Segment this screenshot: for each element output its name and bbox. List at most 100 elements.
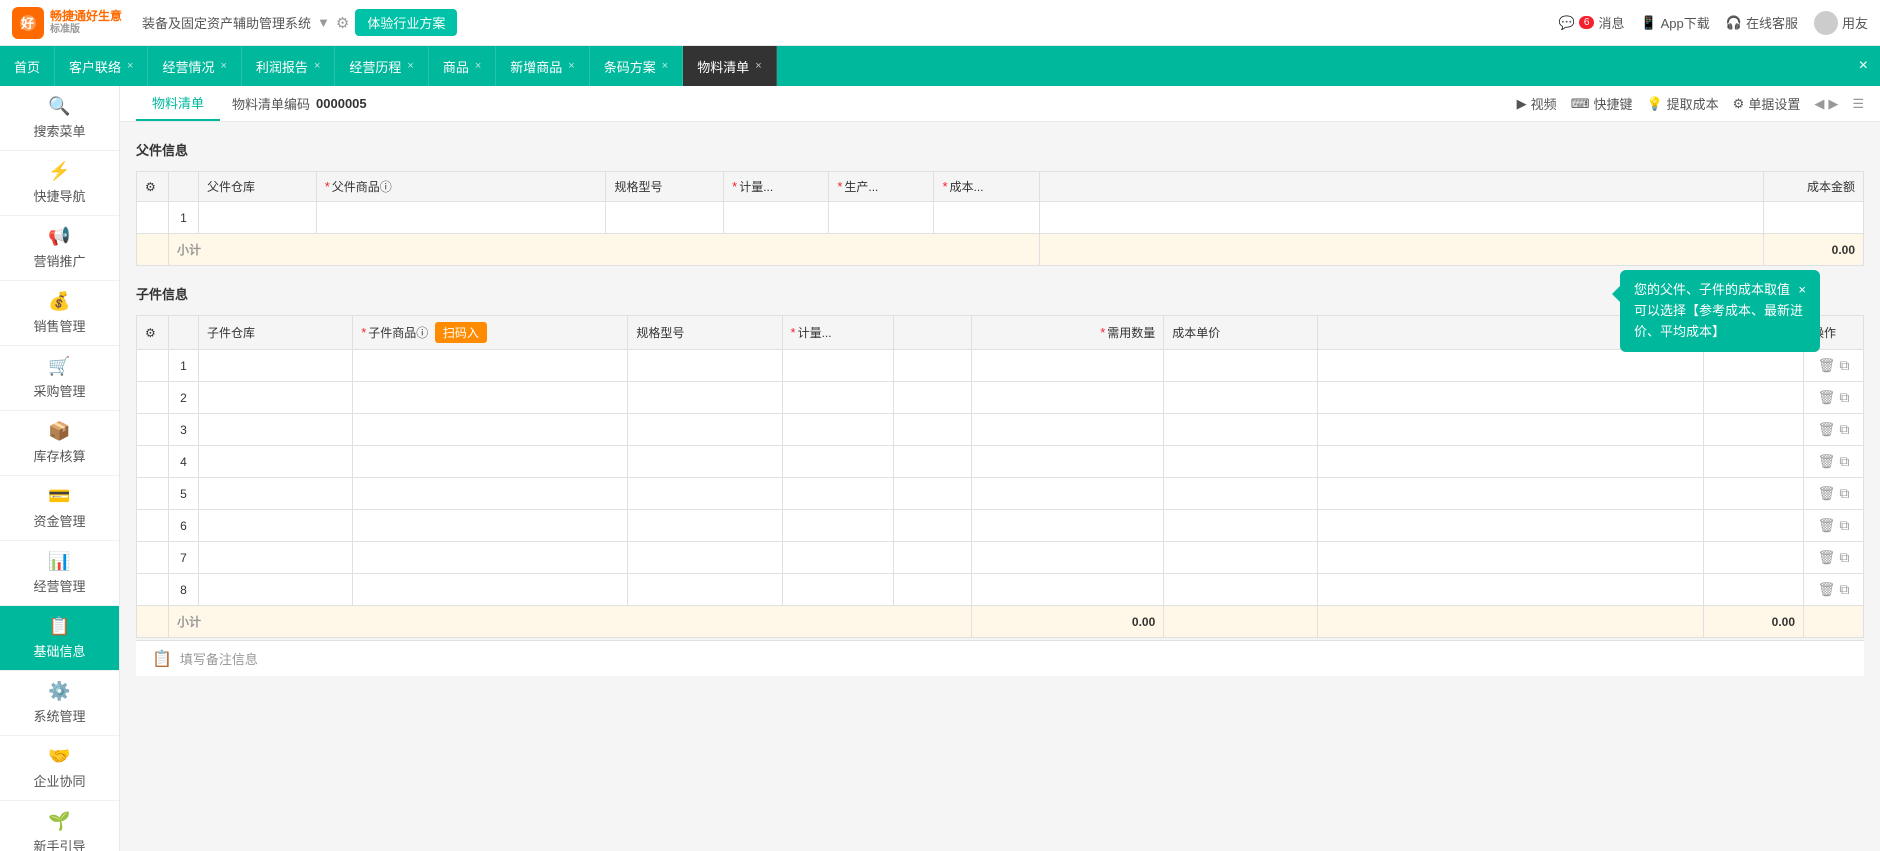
user-area[interactable]: 用友 (1814, 11, 1868, 35)
child-row-warehouse[interactable] (199, 478, 353, 510)
nav-tab-operation[interactable]: 经营情况 × (148, 46, 241, 86)
delete-row-icon[interactable]: 🗑 (1818, 453, 1836, 470)
delete-row-icon[interactable]: 🗑 (1818, 389, 1836, 406)
child-row-spec[interactable] (628, 510, 782, 542)
close-customer-tab-icon[interactable]: × (127, 60, 133, 72)
child-row-product[interactable] (353, 542, 628, 574)
child-row-unit-cost[interactable] (1164, 350, 1318, 382)
child-row-unit[interactable] (782, 542, 894, 574)
sub-tab-bom[interactable]: 物料清单 (136, 86, 220, 121)
child-row-warehouse[interactable] (199, 350, 353, 382)
copy-row-icon[interactable]: ⧉ (1839, 581, 1849, 598)
parent-row-spec[interactable] (606, 202, 724, 234)
nav-tab-history[interactable]: 经营历程 × (335, 46, 428, 86)
close-all-tabs-button[interactable]: × (1847, 57, 1880, 75)
child-row-warehouse[interactable] (199, 542, 353, 574)
copy-row-icon[interactable]: ⧉ (1839, 517, 1849, 534)
child-row-qty[interactable] (971, 478, 1164, 510)
child-row-unit[interactable] (782, 510, 894, 542)
parent-th-gear[interactable]: ⚙ (137, 172, 169, 202)
child-row-product[interactable] (353, 478, 628, 510)
gear-settings-icon[interactable]: ⚙ (336, 14, 349, 32)
child-row-warehouse[interactable] (199, 574, 353, 606)
child-row-qty[interactable] (971, 510, 1164, 542)
child-row-spec[interactable] (628, 350, 782, 382)
sidebar-item-collab[interactable]: 🤝 企业协同 (0, 736, 119, 801)
copy-row-icon[interactable]: ⧉ (1839, 549, 1849, 566)
nav-tab-barcode[interactable]: 条码方案 × (590, 46, 683, 86)
nav-tab-goods[interactable]: 商品 × (429, 46, 496, 86)
child-row-warehouse[interactable] (199, 510, 353, 542)
sidebar-item-business[interactable]: 📊 经营管理 (0, 541, 119, 606)
child-row-unit[interactable] (782, 382, 894, 414)
child-row-product[interactable] (353, 446, 628, 478)
child-row-qty[interactable] (971, 574, 1164, 606)
child-row-qty[interactable] (971, 542, 1164, 574)
delete-row-icon[interactable]: 🗑 (1818, 581, 1836, 598)
close-newgoods-tab-icon[interactable]: × (568, 60, 574, 72)
close-bom-tab-icon[interactable]: × (755, 60, 761, 72)
delete-row-icon[interactable]: 🗑 (1818, 549, 1836, 566)
child-row-unit[interactable] (782, 478, 894, 510)
nav-tab-home[interactable]: 首页 (0, 46, 55, 86)
close-operation-tab-icon[interactable]: × (220, 60, 226, 72)
child-row-product[interactable] (353, 574, 628, 606)
child-row-unit[interactable] (782, 446, 894, 478)
child-row-warehouse[interactable] (199, 382, 353, 414)
delete-row-icon[interactable]: 🗑 (1818, 421, 1836, 438)
child-row-qty[interactable] (971, 350, 1164, 382)
child-row-unit[interactable] (782, 574, 894, 606)
nav-tab-newgoods[interactable]: 新增商品 × (496, 46, 589, 86)
sidebar-item-marketing[interactable]: 📢 营销推广 (0, 216, 119, 281)
copy-row-icon[interactable]: ⧉ (1839, 389, 1849, 406)
parent-row-unit[interactable] (724, 202, 829, 234)
sidebar-item-newbie[interactable]: 🌱 新手引导 (0, 801, 119, 851)
sidebar-item-finance[interactable]: 💳 资金管理 (0, 476, 119, 541)
sidebar-item-inventory[interactable]: 📦 库存核算 (0, 411, 119, 476)
close-history-tab-icon[interactable]: × (407, 60, 413, 72)
app-download-button[interactable]: 📱 App下载 (1640, 13, 1709, 32)
child-row-unit-cost[interactable] (1164, 510, 1318, 542)
shortcut-button[interactable]: ⌨ 快捷键 (1571, 94, 1633, 113)
child-row-unit-cost[interactable] (1164, 414, 1318, 446)
child-row-spec[interactable] (628, 542, 782, 574)
extract-cost-button[interactable]: 💡 提取成本 (1646, 94, 1718, 113)
sidebar-item-basicinfo[interactable]: 📋 基础信息 (0, 606, 119, 671)
close-barcode-tab-icon[interactable]: × (662, 60, 668, 72)
child-row-product[interactable] (353, 414, 628, 446)
nav-tab-bom[interactable]: 物料清单 × (683, 46, 776, 86)
parent-row-product[interactable] (316, 202, 606, 234)
scan-input-button[interactable]: 扫码入 (435, 322, 487, 343)
sidebar-item-system[interactable]: ⚙️ 系统管理 (0, 671, 119, 736)
child-row-product[interactable] (353, 510, 628, 542)
parent-row-produce[interactable] (829, 202, 934, 234)
parent-row-cost[interactable] (934, 202, 1039, 234)
prev-record-icon[interactable]: ◀ (1814, 96, 1824, 112)
delete-row-icon[interactable]: 🗑 (1818, 357, 1836, 374)
nav-tab-profit[interactable]: 利润报告 × (242, 46, 335, 86)
child-row-warehouse[interactable] (199, 446, 353, 478)
sidebar-item-sales[interactable]: 💰 销售管理 (0, 281, 119, 346)
child-row-spec[interactable] (628, 382, 782, 414)
child-row-product[interactable] (353, 350, 628, 382)
copy-row-icon[interactable]: ⧉ (1839, 421, 1849, 438)
child-row-unit-cost[interactable] (1164, 446, 1318, 478)
nav-tab-customer[interactable]: 客户联络 × (55, 46, 148, 86)
copy-row-icon[interactable]: ⧉ (1839, 453, 1849, 470)
online-service-button[interactable]: 🎧 在线客服 (1726, 13, 1798, 32)
message-button[interactable]: 💬 6 消息 (1559, 13, 1625, 32)
video-button[interactable]: ▶ 视频 (1517, 94, 1557, 113)
close-goods-tab-icon[interactable]: × (475, 60, 481, 72)
child-row-spec[interactable] (628, 574, 782, 606)
sidebar-item-search[interactable]: 🔍 搜索菜单 (0, 86, 119, 151)
list-view-icon[interactable]: ☰ (1852, 96, 1864, 112)
child-row-spec[interactable] (628, 414, 782, 446)
child-row-qty[interactable] (971, 446, 1164, 478)
system-title-arrow-icon[interactable]: ▼ (317, 15, 330, 30)
child-row-product[interactable] (353, 382, 628, 414)
child-row-unit-cost[interactable] (1164, 478, 1318, 510)
close-profit-tab-icon[interactable]: × (314, 60, 320, 72)
tooltip-close-button[interactable]: × (1798, 280, 1806, 301)
doc-settings-button[interactable]: ⚙ 单据设置 (1733, 94, 1801, 113)
child-row-spec[interactable] (628, 478, 782, 510)
